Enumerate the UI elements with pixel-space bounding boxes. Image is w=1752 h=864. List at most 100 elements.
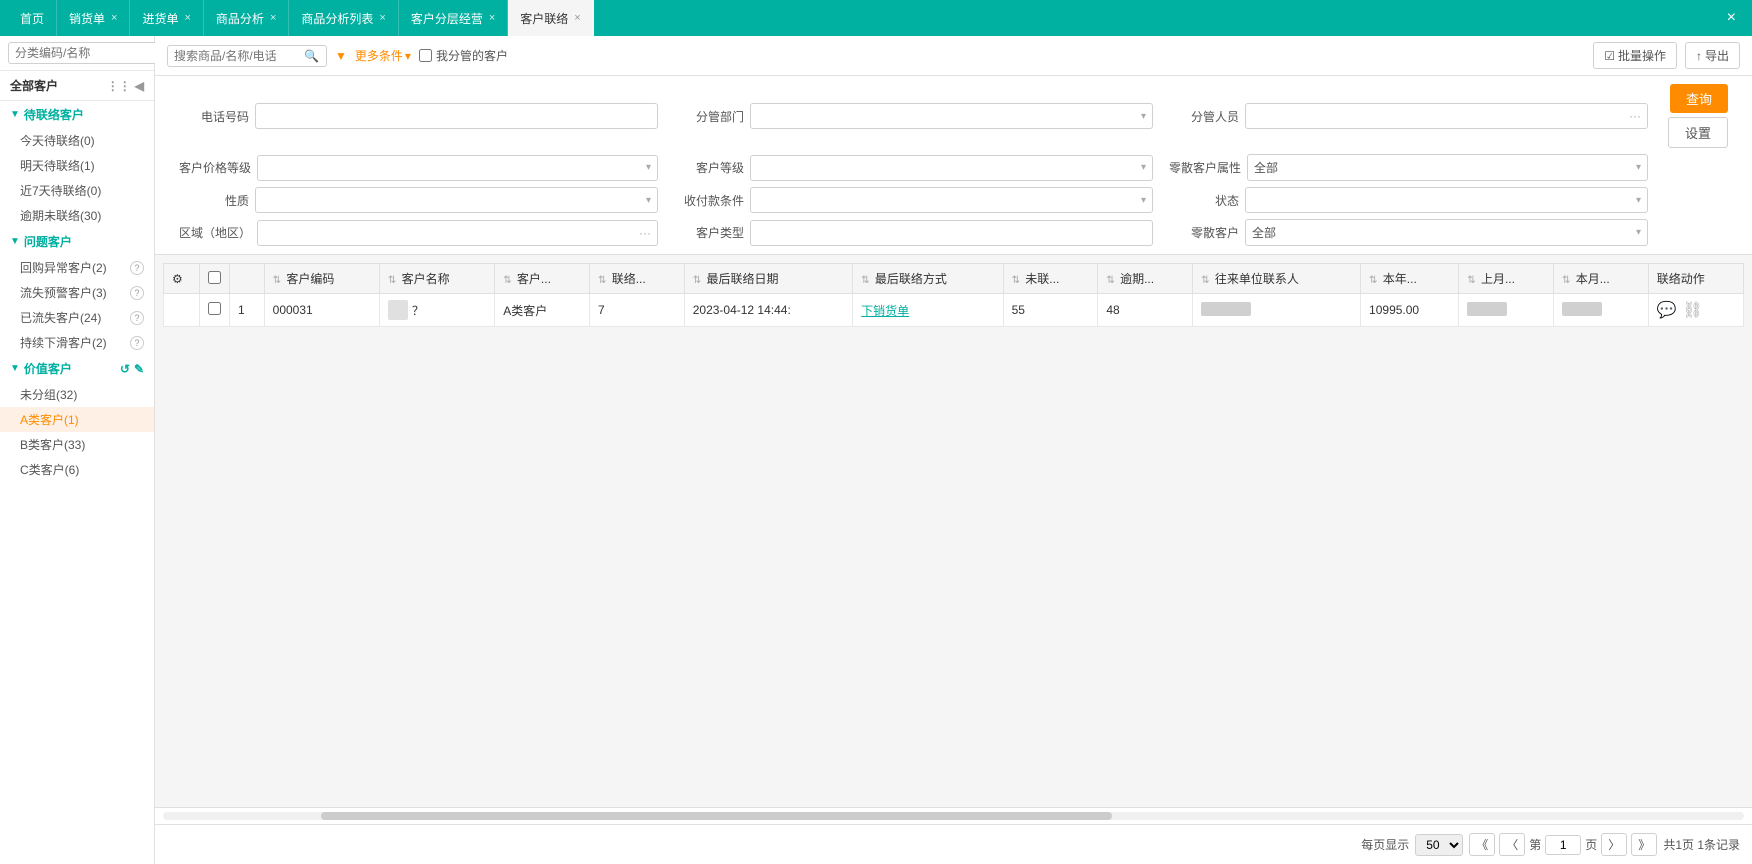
page-suffix: 页 xyxy=(1585,836,1597,853)
sidebar-item-churn-warning[interactable]: 流失预警客户(3) ? xyxy=(0,280,154,305)
sidebar-item-churned[interactable]: 已流失客户(24) ? xyxy=(0,305,154,330)
top-navigation: 首页 销货单 × 进货单 × 商品分析 × 商品分析列表 × 客户分层经营 × … xyxy=(0,0,1752,36)
first-page-button[interactable]: 《 xyxy=(1469,833,1495,856)
close-purchase-tab[interactable]: × xyxy=(184,12,190,24)
close-analysis-tab[interactable]: × xyxy=(270,12,276,24)
nav-tab-analysis-list[interactable]: 商品分析列表 × xyxy=(289,0,398,36)
gear-icon[interactable]: ⚙ xyxy=(172,272,183,286)
retail-attr-input[interactable]: 全部 ▾ xyxy=(1247,154,1648,181)
region-more-icon: ··· xyxy=(639,226,651,240)
status-input[interactable]: ▾ xyxy=(1245,187,1648,213)
close-customer-mgmt-tab[interactable]: × xyxy=(489,12,495,24)
sidebar-grid-icon: ⋮⋮ xyxy=(107,79,131,93)
sidebar-search-input[interactable] xyxy=(8,42,177,64)
retail-attr-dropdown-icon: ▾ xyxy=(1636,162,1641,173)
sidebar-value-label[interactable]: ▼ 价值客户 ↺ ✎ xyxy=(0,355,154,382)
sidebar-item-7days[interactable]: 近7天待联络(0) xyxy=(0,178,154,203)
filter-search-icon[interactable]: 🔍 xyxy=(304,49,319,63)
nav-tab-customer-contact[interactable]: 客户联络 × xyxy=(508,0,593,36)
dept-dropdown-icon: ▾ xyxy=(1141,111,1146,122)
person-input[interactable]: ··· xyxy=(1245,103,1648,129)
sort-current-year-icon: ⇅ xyxy=(1369,275,1377,286)
batch-operation-button[interactable]: ☑ 批量操作 xyxy=(1593,42,1677,69)
edit-icon[interactable]: ✎ xyxy=(134,362,144,376)
nav-tab-analysis[interactable]: 商品分析 × xyxy=(204,0,289,36)
last-page-button[interactable]: 》 xyxy=(1631,833,1657,856)
row-select-checkbox[interactable] xyxy=(208,302,221,315)
sidebar-item-tomorrow[interactable]: 明天待联络(1) xyxy=(0,153,154,178)
filter-cell-retail-attr: 零散客户属性 全部 ▾ xyxy=(1161,154,1656,181)
customer-type-label: 客户类型 xyxy=(674,224,744,241)
region-input[interactable]: ··· xyxy=(257,220,658,246)
export-button[interactable]: ↑ 导出 xyxy=(1685,42,1740,69)
pending-arrow-icon: ▼ xyxy=(10,109,20,120)
sidebar-item-repurchase-abnormal[interactable]: 回购异常客户(2) ? xyxy=(0,255,154,280)
more-conditions-button[interactable]: 更多条件 ▾ xyxy=(355,47,411,64)
filter-cell-nature: 性质 ▾ xyxy=(171,187,666,213)
horizontal-scrollbar[interactable] xyxy=(163,812,1744,820)
query-button[interactable]: 查询 xyxy=(1670,84,1728,113)
nav-tab-customer-mgmt[interactable]: 客户分层经营 × xyxy=(399,0,508,36)
page-size-select[interactable]: 50 xyxy=(1415,834,1463,856)
nav-tab-purchase[interactable]: 进货单 × xyxy=(130,0,203,36)
action-message-icon[interactable]: 💬 xyxy=(1657,300,1677,320)
region-label: 区域（地区） xyxy=(179,224,251,241)
nav-tab-home[interactable]: 首页 xyxy=(8,0,57,36)
info-icon-0: ? xyxy=(130,261,144,275)
filter-row-4: 区域（地区） ··· 客户类型 零散客户 全部 ▾ xyxy=(171,219,1736,246)
sidebar-all-customers[interactable]: 全部客户 ⋮⋮ ◀ xyxy=(0,71,154,101)
retail-customer-label: 零散客户 xyxy=(1169,224,1239,241)
my-customers-checkbox-label[interactable]: 我分管的客户 xyxy=(419,47,508,64)
sort-company-contact-icon: ⇅ xyxy=(1201,275,1209,286)
action-link-icon[interactable]: ⛓ xyxy=(1683,300,1703,320)
next-page-button[interactable]: 〉 xyxy=(1601,833,1627,856)
sidebar-item-b-class[interactable]: B类客户(33) xyxy=(0,432,154,457)
last-method-link[interactable]: 下销货单 xyxy=(861,304,909,318)
sidebar-problem-label[interactable]: ▼ 问题客户 xyxy=(0,228,154,255)
my-customers-checkbox[interactable] xyxy=(419,49,432,62)
col-name: ⇅ 客户名称 xyxy=(379,264,494,294)
row-last-month xyxy=(1459,294,1554,327)
info-icon-3: ? xyxy=(130,336,144,350)
close-all-tabs[interactable]: × xyxy=(1719,9,1744,27)
page-number-input[interactable] xyxy=(1545,835,1581,855)
close-analysis-list-tab[interactable]: × xyxy=(379,12,385,24)
advanced-filter-panel: 电话号码 分管部门 ▾ 分管人员 ··· 查询 设置 xyxy=(155,76,1752,255)
filter-search-input[interactable] xyxy=(174,49,304,63)
phone-input[interactable] xyxy=(255,103,658,129)
close-customer-contact-tab[interactable]: × xyxy=(574,12,580,24)
row-no-contact: 55 xyxy=(1003,294,1098,327)
scrollbar-thumb[interactable] xyxy=(321,812,1112,820)
sort-current-month-icon: ⇅ xyxy=(1562,275,1570,286)
sidebar-item-unclassified[interactable]: 未分组(32) xyxy=(0,382,154,407)
dept-input[interactable]: ▾ xyxy=(750,103,1153,129)
close-sales-tab[interactable]: × xyxy=(111,12,117,24)
sidebar-item-a-class[interactable]: A类客户(1) xyxy=(0,407,154,432)
sidebar-item-c-class[interactable]: C类客户(6) xyxy=(0,457,154,482)
customer-type-input[interactable] xyxy=(750,220,1153,246)
sidebar-item-declining[interactable]: 持续下滑客户(2) ? xyxy=(0,330,154,355)
retail-customer-input[interactable]: 全部 ▾ xyxy=(1245,219,1648,246)
sidebar-item-overdue[interactable]: 逾期未联络(30) xyxy=(0,203,154,228)
payment-input[interactable]: ▾ xyxy=(750,187,1153,213)
prev-page-button[interactable]: 〈 xyxy=(1499,833,1525,856)
nav-tab-sales[interactable]: 销货单 × xyxy=(57,0,130,36)
row-last-method: 下销货单 xyxy=(853,294,1003,327)
status-label: 状态 xyxy=(1169,192,1239,209)
sidebar-pending-label[interactable]: ▼ 待联络客户 xyxy=(0,101,154,128)
sidebar-collapse-icon[interactable]: ◀ xyxy=(135,79,144,93)
price-grade-input[interactable]: ▾ xyxy=(257,155,658,181)
refresh-icon[interactable]: ↺ xyxy=(120,362,130,376)
sidebar-item-today[interactable]: 今天待联络(0) xyxy=(0,128,154,153)
filter-cell-phone: 电话号码 xyxy=(171,103,666,129)
page-label: 第 xyxy=(1529,836,1541,853)
problem-arrow-icon: ▼ xyxy=(10,236,20,247)
payment-label: 收付款条件 xyxy=(674,192,744,209)
filter-cell-region: 区域（地区） ··· xyxy=(171,220,666,246)
filter-search-box[interactable]: 🔍 xyxy=(167,45,327,67)
select-all-checkbox[interactable] xyxy=(208,271,221,284)
customer-grade-input[interactable]: ▾ xyxy=(750,155,1153,181)
nature-input[interactable]: ▾ xyxy=(255,187,658,213)
row-current-year: 10995.00 xyxy=(1361,294,1459,327)
setting-button[interactable]: 设置 xyxy=(1668,117,1728,148)
